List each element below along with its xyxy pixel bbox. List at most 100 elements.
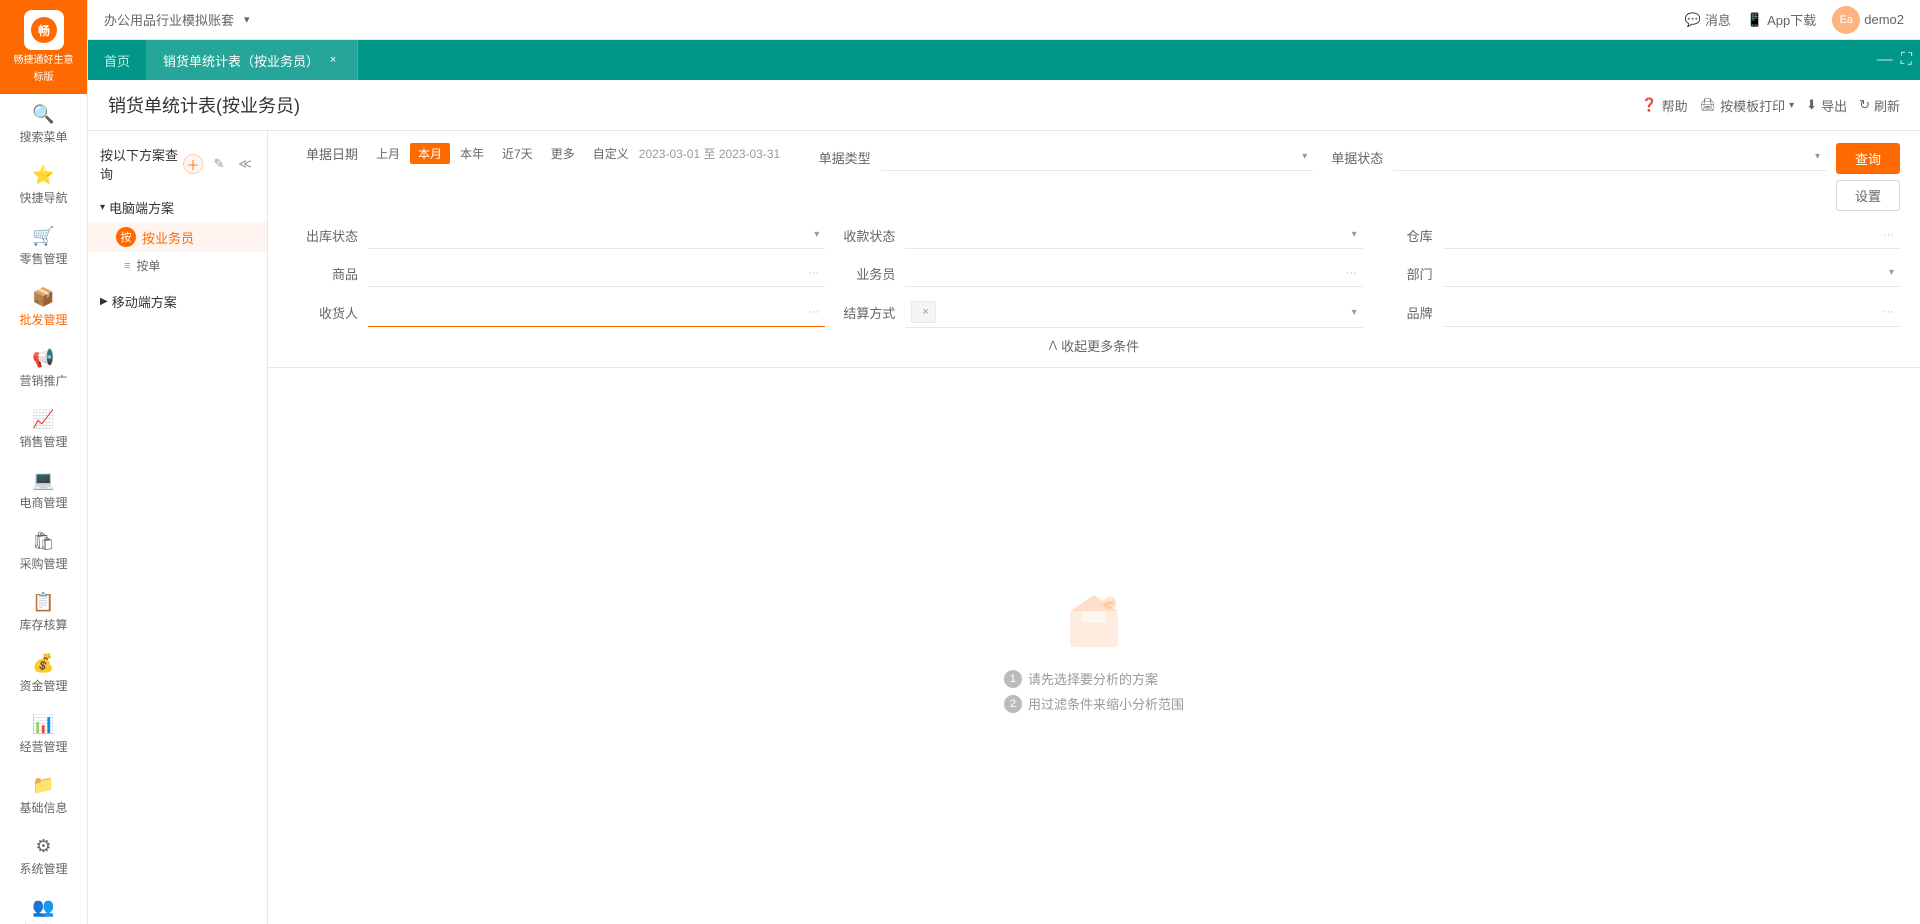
department-label: 部门 <box>1363 264 1443 283</box>
warehouse-field[interactable]: ··· <box>1443 221 1900 249</box>
sidebar-item-base[interactable]: 📁 基础信息 <box>0 765 87 826</box>
receiver-field[interactable]: ··· <box>368 299 825 327</box>
sidebar-item-marketing-label: 营销推广 <box>19 372 67 389</box>
tab-home[interactable]: 首页 <box>88 40 147 80</box>
logo-area: 畅 畅捷通好生意 标版 <box>0 0 87 94</box>
sidebar-item-purchase-label: 采购管理 <box>19 555 67 572</box>
export-icon: ⬇ <box>1806 97 1817 113</box>
topbar-right: 💬 消息 📱 App下载 Ea demo2 <box>1685 6 1904 34</box>
payment-tag-close[interactable]: × <box>922 306 928 318</box>
order-type-field[interactable]: ▾ <box>881 143 1314 171</box>
brand-more-icon: ··· <box>1883 306 1894 318</box>
date-shortcut-lastmonth[interactable]: 上月 <box>368 143 408 164</box>
out-status-field[interactable]: ▾ <box>368 221 825 249</box>
print-label: 按模板打印 <box>1720 96 1785 115</box>
right-area: 单据日期 上月 本月 本年 近7天 更多 自定义 2023-03-01 至 20… <box>268 131 1920 924</box>
plan-section-pc-title[interactable]: ▾ 电脑端方案 <box>88 193 267 222</box>
sidebar-item-finance[interactable]: 💰 资金管理 <box>0 643 87 704</box>
topbar: 办公用品行业模拟账套 ▾ 💬 消息 📱 App下载 Ea demo2 <box>88 0 1920 40</box>
collapse-button[interactable]: ⋀ 收起更多条件 <box>1049 336 1139 355</box>
date-shortcut-custom[interactable]: 自定义 <box>585 143 637 164</box>
sidebar-item-search[interactable]: 🔍 搜索菜单 <box>0 94 87 155</box>
payment-method-field[interactable]: × ▾ <box>905 297 1362 328</box>
query-button[interactable]: 查询 <box>1836 143 1900 174</box>
tab-maximize-icon[interactable]: ⛶ <box>1901 51 1912 69</box>
refresh-button[interactable]: ↻ 刷新 <box>1859 96 1900 115</box>
sidebar-item-inventory[interactable]: 📋 库存核算 <box>0 582 87 643</box>
tab-minimize-icon[interactable]: — <box>1877 51 1893 69</box>
sidebar-item-retail[interactable]: 🛒 零售管理 <box>0 216 87 277</box>
date-shortcut-7days[interactable]: 近7天 <box>494 143 541 164</box>
tab-home-label: 首页 <box>104 51 130 70</box>
help-button[interactable]: ❓ 帮助 <box>1641 96 1687 115</box>
salesman-more-icon: ··· <box>1346 267 1357 279</box>
date-range-display: 2023-03-01 至 2023-03-31 <box>639 145 780 162</box>
logo-icon: 畅 <box>24 10 64 50</box>
plan-sub-item-by-order[interactable]: ≡ 按单 <box>88 252 267 279</box>
empty-box-icon <box>1054 579 1134 659</box>
plan-sub-order-label: 按单 <box>136 257 160 274</box>
plan-item-salesman-label: 按业务员 <box>142 228 194 247</box>
sidebar-item-collab[interactable]: 👥 企业协同 <box>0 887 87 924</box>
salesman-field[interactable]: ··· <box>905 259 1362 287</box>
plan-section-pc-label: 电脑端方案 <box>109 198 174 217</box>
plan-sub-order-icon: ≡ <box>124 260 130 272</box>
plan-edit-icon[interactable]: ✎ <box>209 154 229 174</box>
sidebar-item-wholesale[interactable]: 📦 批发管理 <box>0 277 87 338</box>
date-shortcut-thisyear[interactable]: 本年 <box>452 143 492 164</box>
brand-field[interactable]: ··· <box>1443 299 1900 327</box>
settings-button[interactable]: 设置 <box>1836 180 1900 211</box>
plan-item-by-salesman[interactable]: 按 按业务员 <box>88 222 267 252</box>
date-shortcut-more[interactable]: 更多 <box>543 143 583 164</box>
goods-field[interactable]: ··· <box>368 259 825 287</box>
payment-method-label: 结算方式 <box>825 303 905 322</box>
sidebar-item-ecommerce[interactable]: 💻 电商管理 <box>0 460 87 521</box>
sidebar-item-quicknav-label: 快捷导航 <box>19 189 67 206</box>
department-field[interactable]: ▾ <box>1443 259 1900 287</box>
tabs-bar: 首页 销货单统计表（按业务员） × — ⛶ <box>88 40 1920 80</box>
sidebar-item-sales[interactable]: 📈 销售管理 <box>0 399 87 460</box>
sidebar-item-quicknav[interactable]: ⭐ 快捷导航 <box>0 155 87 216</box>
order-type-label: 单据类型 <box>801 148 881 167</box>
payment-dropdown-icon: ▾ <box>1352 307 1357 318</box>
plan-collapse-icon[interactable]: ≪ <box>235 154 255 174</box>
barchart-icon: 📊 <box>32 714 54 735</box>
sidebar: 畅 畅捷通好生意 标版 🔍 搜索菜单 ⭐ 快捷导航 🛒 零售管理 📦 批发管理 … <box>0 0 88 924</box>
sidebar-item-base-label: 基础信息 <box>19 799 67 816</box>
refresh-icon: ↻ <box>1859 97 1870 113</box>
plan-header-icons: ＋ ✎ ≪ <box>183 154 255 174</box>
tab-close-icon[interactable]: × <box>325 52 341 68</box>
sidebar-item-search-label: 搜索菜单 <box>19 128 67 145</box>
box-icon: 📦 <box>32 287 54 308</box>
pay-status-field[interactable]: ▾ <box>905 221 1362 249</box>
sidebar-item-system[interactable]: ⚙ 系统管理 <box>0 826 87 887</box>
page-title: 销货单统计表(按业务员) <box>108 92 1641 118</box>
collapse-icon: ⋀ <box>1049 340 1057 351</box>
megaphone-icon: 📢 <box>32 348 54 369</box>
sidebar-item-inventory-label: 库存核算 <box>19 616 67 633</box>
shopping-icon: 🛍 <box>32 531 55 552</box>
gear-icon: ⚙ <box>35 836 51 857</box>
message-button[interactable]: 💬 消息 <box>1685 10 1731 29</box>
empty-tips: 1 请先选择要分析的方案 2 用过滤条件来缩小分析范围 <box>1004 669 1184 713</box>
plan-add-icon[interactable]: ＋ <box>183 154 203 174</box>
export-label: 导出 <box>1821 96 1847 115</box>
user-label: demo2 <box>1864 12 1904 27</box>
out-status-label: 出库状态 <box>288 226 368 245</box>
industry-dropdown[interactable]: ▾ <box>244 13 250 26</box>
brand-label: 品牌 <box>1363 303 1443 322</box>
app-download-button[interactable]: 📱 App下载 <box>1747 10 1816 29</box>
sidebar-item-business[interactable]: 📊 经营管理 <box>0 704 87 765</box>
goods-label: 商品 <box>288 264 368 283</box>
tab-sales-stat[interactable]: 销货单统计表（按业务员） × <box>147 40 358 80</box>
order-status-field[interactable]: ▾ <box>1393 143 1826 171</box>
user-area[interactable]: Ea demo2 <box>1832 6 1904 34</box>
export-button[interactable]: ⬇ 导出 <box>1806 96 1847 115</box>
page-actions: ❓ 帮助 🖨 按模板打印 ▾ ⬇ 导出 ↻ 刷新 <box>1641 96 1900 115</box>
sidebar-item-marketing[interactable]: 📢 营销推广 <box>0 338 87 399</box>
plan-section-mobile-title[interactable]: ▶ 移动端方案 <box>88 287 267 316</box>
print-button[interactable]: 🖨 按模板打印 ▾ <box>1700 96 1795 115</box>
sidebar-item-purchase[interactable]: 🛍 采购管理 <box>0 521 87 582</box>
date-shortcut-thismonth[interactable]: 本月 <box>410 143 450 164</box>
people-icon: 👥 <box>32 897 54 918</box>
